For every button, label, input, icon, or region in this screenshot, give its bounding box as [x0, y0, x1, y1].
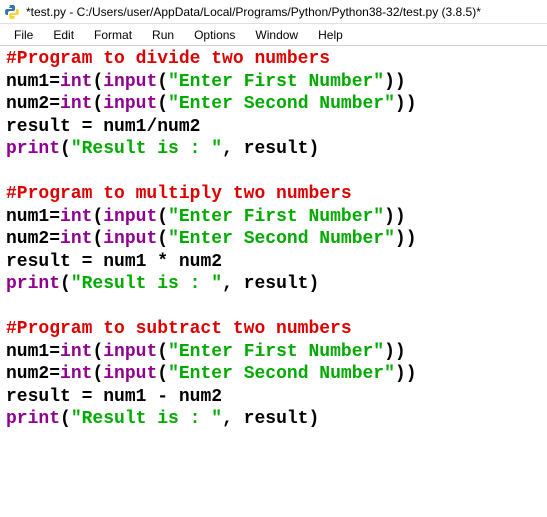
code-line: #Program to multiply two numbers — [6, 183, 541, 206]
code-line: result = num1 - num2 — [6, 386, 541, 409]
code-line: num2=int(input("Enter Second Number")) — [6, 93, 541, 116]
window-title: *test.py - C:/Users/user/AppData/Local/P… — [26, 5, 481, 19]
code-line: #Program to divide two numbers — [6, 48, 541, 71]
code-line: num1=int(input("Enter First Number")) — [6, 341, 541, 364]
code-line: num1=int(input("Enter First Number")) — [6, 71, 541, 94]
code-line: num1=int(input("Enter First Number")) — [6, 206, 541, 229]
blank-line — [6, 161, 541, 184]
code-line: result = num1 * num2 — [6, 251, 541, 274]
menu-help[interactable]: Help — [308, 26, 353, 44]
menu-window[interactable]: Window — [245, 26, 308, 44]
code-line: num2=int(input("Enter Second Number")) — [6, 228, 541, 251]
menu-edit[interactable]: Edit — [43, 26, 84, 44]
code-line: #Program to subtract two numbers — [6, 318, 541, 341]
blank-line — [6, 296, 541, 319]
menu-format[interactable]: Format — [84, 26, 142, 44]
code-line: print("Result is : ", result) — [6, 408, 541, 431]
menu-file[interactable]: File — [4, 26, 43, 44]
menu-options[interactable]: Options — [184, 26, 245, 44]
code-line: print("Result is : ", result) — [6, 273, 541, 296]
python-icon — [4, 4, 20, 20]
titlebar: *test.py - C:/Users/user/AppData/Local/P… — [0, 0, 547, 24]
code-line: print("Result is : ", result) — [6, 138, 541, 161]
code-line: num2=int(input("Enter Second Number")) — [6, 363, 541, 386]
menu-run[interactable]: Run — [142, 26, 184, 44]
code-line: result = num1/num2 — [6, 116, 541, 139]
menubar: File Edit Format Run Options Window Help — [0, 24, 547, 46]
code-editor[interactable]: #Program to divide two numbersnum1=int(i… — [0, 46, 547, 433]
